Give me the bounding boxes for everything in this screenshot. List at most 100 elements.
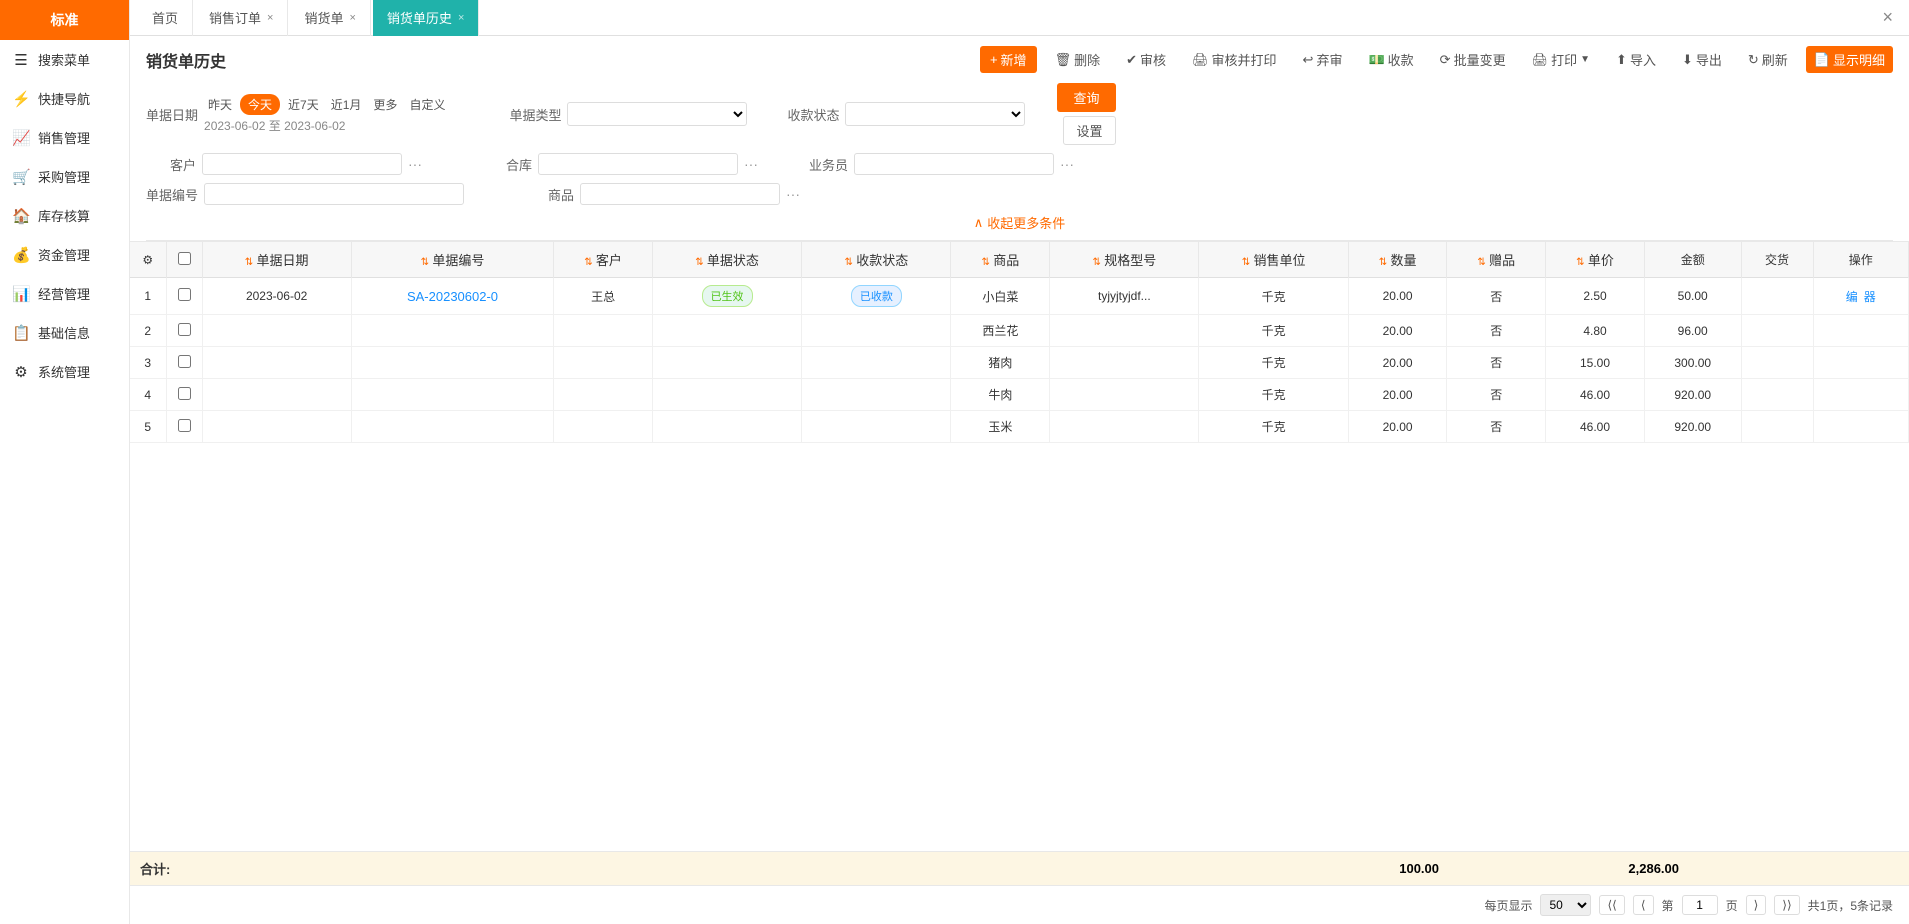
batch-change-icon: ⟳ bbox=[1440, 52, 1451, 68]
tab-close-all-button[interactable]: × bbox=[1874, 7, 1901, 28]
row-amount: 96.00 bbox=[1644, 315, 1741, 347]
goods-more-icon[interactable]: ··· bbox=[786, 186, 800, 202]
refresh-button[interactable]: ↻ 刷新 bbox=[1740, 46, 1796, 73]
sidebar-item-purchase-mgmt[interactable]: 🛒 采购管理 bbox=[0, 157, 129, 196]
col-doc-date[interactable]: ⇅ 单据日期 bbox=[202, 242, 351, 278]
pagination-last[interactable]: ⟩⟩ bbox=[1774, 895, 1799, 915]
date-preset-more[interactable]: 更多 bbox=[369, 94, 401, 115]
tab-sales-history-close[interactable]: × bbox=[458, 12, 464, 24]
row-customer bbox=[554, 411, 653, 443]
row-action bbox=[1813, 347, 1908, 379]
sidebar-item-sales-mgmt[interactable]: 📈 销售管理 bbox=[0, 118, 129, 157]
row-unit: 千克 bbox=[1199, 347, 1348, 379]
show-detail-button[interactable]: 📄 显示明细 bbox=[1806, 46, 1893, 73]
col-quantity[interactable]: ⇅ 数量 bbox=[1348, 242, 1447, 278]
sidebar-item-inventory[interactable]: 🏠 库存核算 bbox=[0, 196, 129, 235]
row-checkbox[interactable] bbox=[166, 278, 202, 315]
row-checkbox[interactable] bbox=[166, 379, 202, 411]
sidebar-item-operations[interactable]: 📊 经营管理 bbox=[0, 274, 129, 313]
select-all-checkbox[interactable] bbox=[178, 252, 191, 265]
row-checkbox[interactable] bbox=[166, 411, 202, 443]
show-detail-icon: 📄 bbox=[1814, 52, 1830, 68]
tab-home-label: 首页 bbox=[152, 8, 178, 27]
row-unit: 千克 bbox=[1199, 379, 1348, 411]
row-unit-price: 46.00 bbox=[1546, 379, 1645, 411]
col-collect-status[interactable]: ⇅ 收款状态 bbox=[802, 242, 951, 278]
sidebar: 标准 ☰ 搜索菜单 ⚡ 快捷导航 📈 销售管理 🛒 采购管理 🏠 库存核算 💰 … bbox=[0, 0, 130, 924]
more-button[interactable]: 器 bbox=[1861, 288, 1879, 305]
tab-sales-delivery-close[interactable]: × bbox=[349, 12, 355, 24]
abandon-button[interactable]: ↩ 弃审 bbox=[1295, 46, 1351, 73]
sort-icon: ⇅ bbox=[1477, 257, 1485, 268]
goods-input[interactable] bbox=[580, 183, 780, 205]
tab-home[interactable]: 首页 bbox=[138, 0, 193, 36]
row-doc-number bbox=[351, 379, 553, 411]
table-header-row: ⚙ ⇅ 单据日期 ⇅ 单据编号 ⇅ 客户 bbox=[130, 242, 1909, 278]
row-select-checkbox[interactable] bbox=[178, 323, 191, 336]
customer-input[interactable] bbox=[202, 153, 402, 175]
pagination-first[interactable]: ⟨⟨ bbox=[1599, 895, 1624, 915]
sidebar-item-base-info[interactable]: 📋 基础信息 bbox=[0, 313, 129, 352]
pagination-next[interactable]: ⟩ bbox=[1746, 895, 1767, 915]
collect-button[interactable]: 💵 收款 bbox=[1360, 46, 1421, 73]
warehouse-input[interactable] bbox=[538, 153, 738, 175]
row-checkbox[interactable] bbox=[166, 347, 202, 379]
tab-sales-order[interactable]: 销售订单 × bbox=[195, 0, 288, 36]
tab-sales-history[interactable]: 销货单历史 × bbox=[373, 0, 479, 36]
date-preset-today[interactable]: 今天 bbox=[240, 94, 280, 115]
tab-sales-order-close[interactable]: × bbox=[267, 12, 273, 24]
row-select-checkbox[interactable] bbox=[178, 355, 191, 368]
set-button[interactable]: 设置 bbox=[1063, 116, 1115, 145]
col-customer[interactable]: ⇅ 客户 bbox=[554, 242, 653, 278]
per-page-select[interactable]: 50 100 bbox=[1540, 894, 1591, 916]
col-checkbox[interactable] bbox=[166, 242, 202, 278]
delete-button[interactable]: 🗑 删除 bbox=[1047, 46, 1109, 73]
date-preset-yesterday[interactable]: 昨天 bbox=[204, 94, 236, 115]
row-select-checkbox[interactable] bbox=[178, 419, 191, 432]
sidebar-item-quick-nav[interactable]: ⚡ 快捷导航 bbox=[0, 79, 129, 118]
col-settings[interactable]: ⚙ bbox=[130, 242, 166, 278]
col-goods[interactable]: ⇅ 商品 bbox=[951, 242, 1050, 278]
tab-sales-delivery[interactable]: 销货单 × bbox=[290, 0, 370, 36]
filter-doc-number: 单据编号 bbox=[146, 183, 464, 205]
row-select-checkbox[interactable] bbox=[178, 387, 191, 400]
doc-number-link[interactable]: SA-20230602-0 bbox=[407, 289, 498, 304]
col-unit-price[interactable]: ⇅ 单价 bbox=[1546, 242, 1645, 278]
date-preset-custom[interactable]: 自定义 bbox=[405, 94, 449, 115]
date-preset-7days[interactable]: 近7天 bbox=[284, 94, 323, 115]
collapse-button[interactable]: ∧ 收起更多条件 bbox=[974, 213, 1066, 232]
audit-button[interactable]: ✔ 审核 bbox=[1118, 46, 1174, 73]
export-button[interactable]: ⬇ 导出 bbox=[1674, 46, 1730, 73]
salesperson-more-icon[interactable]: ··· bbox=[1060, 156, 1074, 172]
col-gift[interactable]: ⇅ 赠品 bbox=[1447, 242, 1546, 278]
row-select-checkbox[interactable] bbox=[178, 288, 191, 301]
doc-number-input[interactable] bbox=[204, 183, 464, 205]
doc-type-select[interactable] bbox=[567, 102, 747, 126]
row-checkbox[interactable] bbox=[166, 315, 202, 347]
customer-more-icon[interactable]: ··· bbox=[408, 156, 422, 172]
col-spec[interactable]: ⇅ 规格型号 bbox=[1050, 242, 1199, 278]
import-button[interactable]: ⬆ 导入 bbox=[1608, 46, 1664, 73]
add-button[interactable]: + 新增 bbox=[980, 46, 1037, 73]
warehouse-more-icon[interactable]: ··· bbox=[744, 156, 758, 172]
sidebar-item-system[interactable]: ⚙ 系统管理 bbox=[0, 352, 129, 391]
collect-status-label: 收款状态 bbox=[787, 105, 839, 124]
pagination-prev[interactable]: ⟨ bbox=[1633, 895, 1654, 915]
col-doc-number[interactable]: ⇅ 单据编号 bbox=[351, 242, 553, 278]
page-input[interactable] bbox=[1682, 895, 1718, 915]
batch-change-button[interactable]: ⟳ 批量变更 bbox=[1432, 46, 1514, 73]
sidebar-item-finance[interactable]: 💰 资金管理 bbox=[0, 235, 129, 274]
salesperson-input[interactable] bbox=[854, 153, 1054, 175]
sidebar-item-search-menu[interactable]: ☰ 搜索菜单 bbox=[0, 40, 129, 79]
date-preset-1month[interactable]: 近1月 bbox=[327, 94, 366, 115]
row-goods: 小白菜 bbox=[951, 278, 1050, 315]
edit-button[interactable]: 编 bbox=[1843, 288, 1861, 305]
collect-status-select[interactable] bbox=[845, 102, 1025, 126]
query-button[interactable]: 查询 bbox=[1057, 83, 1115, 112]
print-button[interactable]: 🖨 打印 ▼ bbox=[1524, 46, 1598, 73]
audit-print-button[interactable]: 🖨 审核并打印 bbox=[1184, 46, 1285, 73]
content-area: 销货单历史 + 新增 🗑 删除 ✔ 审核 bbox=[130, 36, 1909, 924]
col-unit[interactable]: ⇅ 销售单位 bbox=[1199, 242, 1348, 278]
col-doc-status[interactable]: ⇅ 单据状态 bbox=[652, 242, 801, 278]
row-unit-price: 15.00 bbox=[1546, 347, 1645, 379]
